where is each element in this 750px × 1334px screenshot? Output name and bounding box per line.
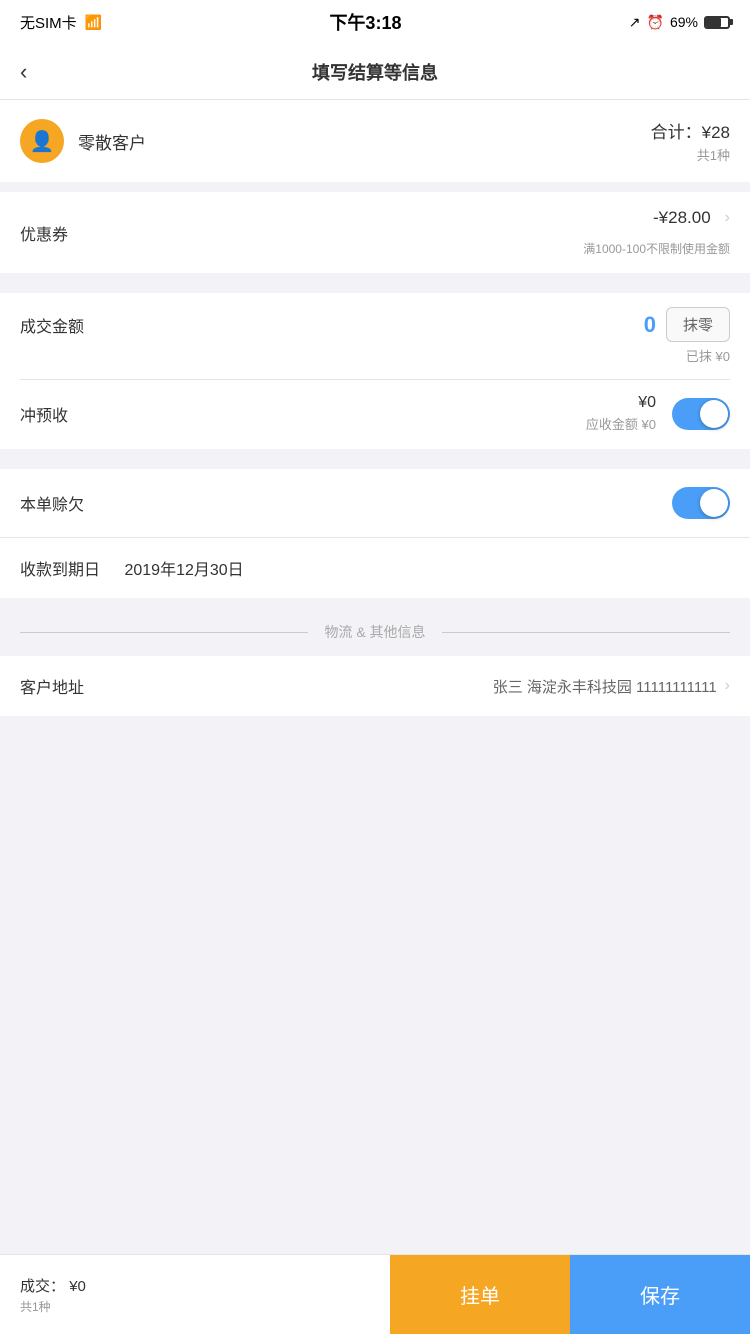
- bottom-deal-value: ¥0: [69, 1278, 86, 1295]
- due-date-value: 2019年12月30日: [124, 562, 243, 579]
- coupon-right: -¥28.00 › 满1000-100不限制使用金额: [583, 208, 730, 257]
- avatar-icon: 👤: [30, 129, 55, 154]
- status-left: 无SIM卡 📶: [20, 12, 102, 33]
- battery-icon: [704, 16, 730, 29]
- deal-sub-text: 已抹 ¥0: [20, 346, 730, 365]
- overdue-section: 本单赊欠 收款到期日 2019年12月30日: [0, 469, 750, 598]
- logistics-label: 物流 & 其他信息: [308, 622, 441, 642]
- bottom-item-count: 共1种: [20, 1298, 370, 1315]
- coupon-section[interactable]: 优惠券 -¥28.00 › 满1000-100不限制使用金额: [0, 192, 750, 273]
- prepay-value: ¥0: [586, 394, 656, 412]
- divider-line-right: [442, 632, 730, 633]
- address-value: 张三 海淀永丰科技园 11111111111: [104, 676, 717, 697]
- deal-section: 成交金额 0 抹零 已抹 ¥0 冲预收 ¥0 应收金额 ¥0: [0, 293, 750, 449]
- wifi-icon: 📶: [85, 14, 102, 31]
- status-right: ↗ ⏰ 69%: [629, 14, 730, 31]
- section-divider-1: [0, 283, 750, 293]
- overdue-toggle[interactable]: [672, 487, 730, 519]
- coupon-desc: 满1000-100不限制使用金额: [583, 240, 730, 257]
- bottom-info: 成交： ¥0 共1种: [0, 1255, 390, 1334]
- round-button[interactable]: 抹零: [666, 307, 730, 342]
- address-chevron-icon: ›: [725, 677, 730, 695]
- prepay-values: ¥0 应收金额 ¥0: [586, 394, 656, 433]
- customer-left: 👤 零散客户: [20, 119, 146, 163]
- signal-text: 无SIM卡: [20, 12, 77, 33]
- due-date-label: 收款到期日: [20, 562, 100, 579]
- bottom-deal-label: 成交：: [20, 1278, 65, 1295]
- avatar: 👤: [20, 119, 64, 163]
- address-row[interactable]: 客户地址 张三 海淀永丰科技园 11111111111 ›: [0, 656, 750, 716]
- chevron-right-icon: ›: [725, 209, 730, 227]
- prepay-toggle[interactable]: [672, 398, 730, 430]
- address-section[interactable]: 客户地址 张三 海淀永丰科技园 11111111111 ›: [0, 656, 750, 716]
- address-label: 客户地址: [20, 674, 84, 698]
- toggle-knob: [700, 400, 728, 428]
- due-date-row: 收款到期日 2019年12月30日: [0, 537, 750, 598]
- coupon-label: 优惠券: [20, 221, 68, 245]
- customer-row: 👤 零散客户 合计：¥28 共1种: [0, 100, 750, 182]
- item-count: 共1种: [651, 145, 730, 164]
- nav-bar: ‹ 填写结算等信息: [0, 44, 750, 100]
- deal-amount-value: 0: [644, 312, 656, 338]
- deal-amount-right: 0 抹零: [644, 307, 730, 342]
- content-area: 👤 零散客户 合计：¥28 共1种 优惠券 -¥28.00 › 满1000-10…: [0, 100, 750, 826]
- total-amount: 合计：¥28: [651, 118, 730, 143]
- location-icon: ↗: [629, 14, 641, 31]
- alarm-icon: ⏰: [647, 14, 664, 31]
- save-button[interactable]: 保存: [570, 1255, 750, 1334]
- prepay-label: 冲预收: [20, 402, 68, 426]
- battery-percent: 69%: [670, 14, 698, 30]
- coupon-amount: -¥28.00: [653, 208, 711, 228]
- overdue-toggle-knob: [700, 489, 728, 517]
- page-title: 填写结算等信息: [312, 59, 438, 85]
- hold-button[interactable]: 挂单: [390, 1255, 570, 1334]
- coupon-row[interactable]: 优惠券 -¥28.00 › 满1000-100不限制使用金额: [0, 192, 750, 273]
- customer-section: 👤 零散客户 合计：¥28 共1种: [0, 100, 750, 182]
- section-divider-2: [0, 459, 750, 469]
- divider-line-left: [20, 632, 308, 633]
- bottom-deal-amount: 成交： ¥0: [20, 1275, 370, 1296]
- prepay-row: 冲预收 ¥0 应收金额 ¥0: [0, 380, 750, 449]
- customer-name: 零散客户: [78, 129, 146, 154]
- prepay-sub: 应收金额 ¥0: [586, 414, 656, 433]
- bottom-bar: 成交： ¥0 共1种 挂单 保存: [0, 1254, 750, 1334]
- status-bar: 无SIM卡 📶 下午3:18 ↗ ⏰ 69%: [0, 0, 750, 44]
- deal-top: 成交金额 0 抹零: [20, 307, 730, 342]
- overdue-row: 本单赊欠: [0, 469, 750, 537]
- overdue-label: 本单赊欠: [20, 491, 84, 515]
- deal-amount-row: 成交金额 0 抹零 已抹 ¥0: [0, 293, 750, 379]
- logistics-header: 物流 & 其他信息: [0, 608, 750, 656]
- prepay-right: ¥0 应收金额 ¥0: [586, 394, 730, 433]
- deal-amount-label: 成交金额: [20, 313, 84, 337]
- customer-right: 合计：¥28 共1种: [651, 118, 730, 164]
- back-button[interactable]: ‹: [20, 59, 27, 85]
- status-time: 下午3:18: [329, 9, 401, 35]
